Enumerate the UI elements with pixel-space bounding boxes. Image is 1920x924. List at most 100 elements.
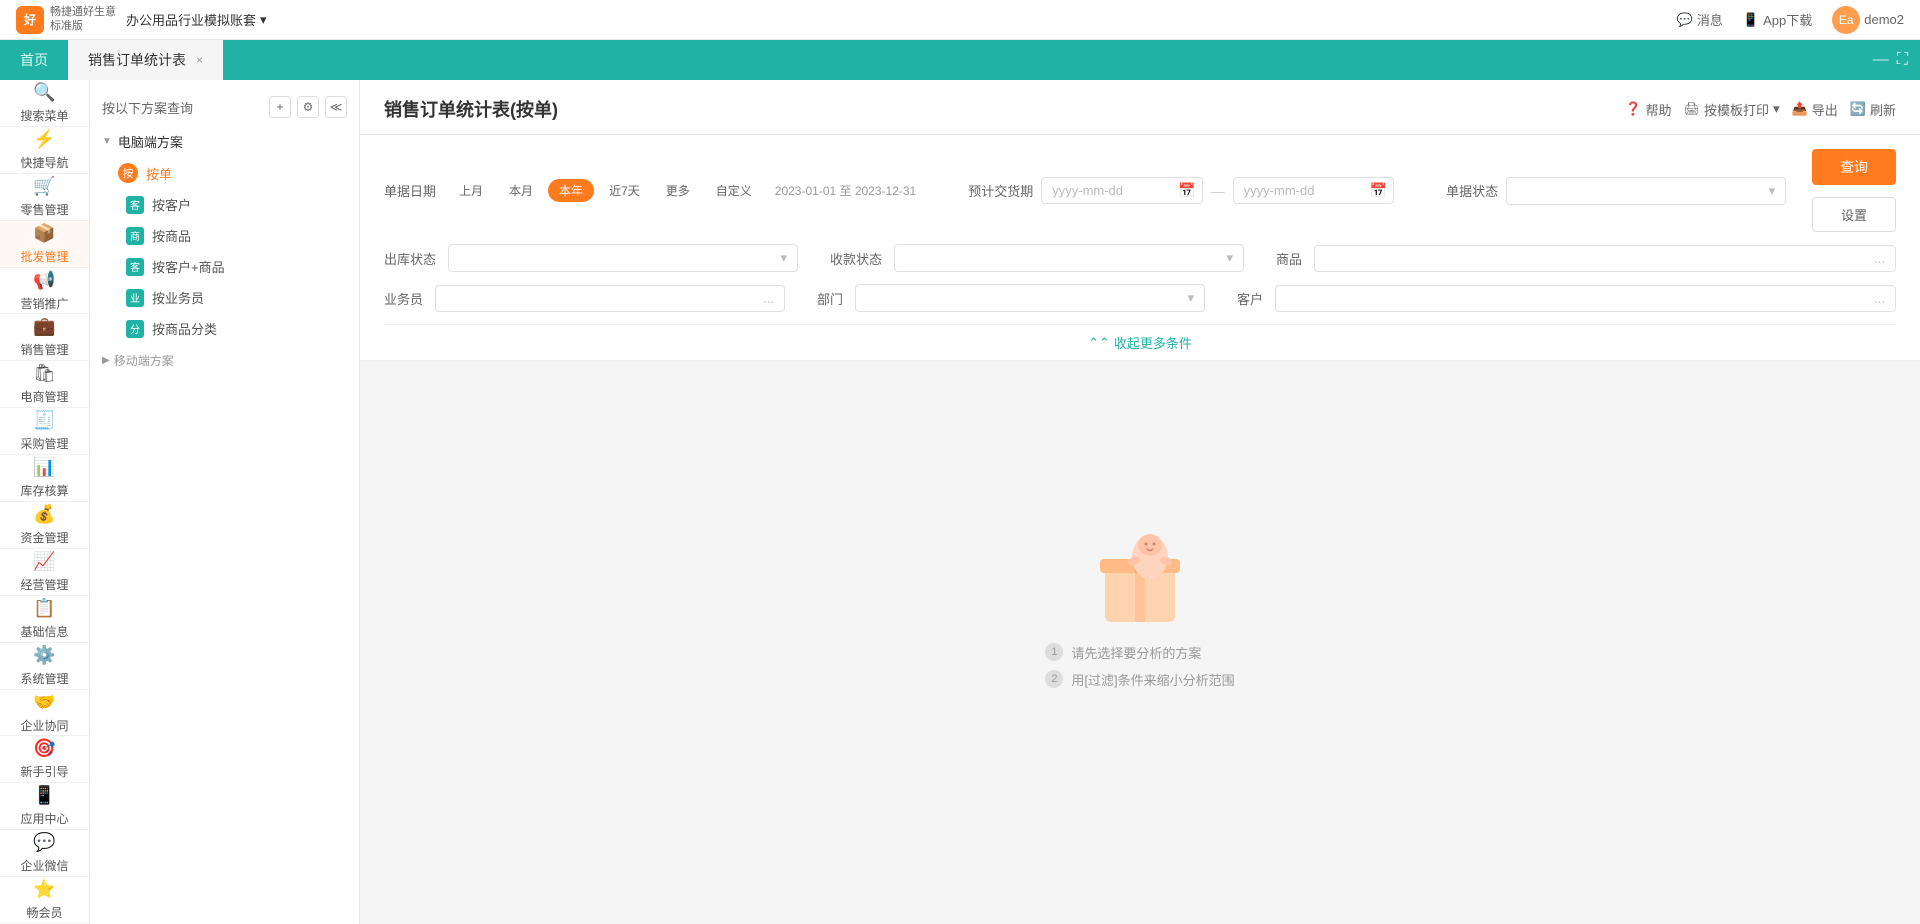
- pc-solutions-header[interactable]: ▼ 电脑端方案: [90, 126, 359, 157]
- logo-text: 畅捷通好生意 标准版: [50, 6, 116, 32]
- delivery-chevron-icon: ▾: [780, 250, 787, 266]
- maximize-button[interactable]: ⛶: [1897, 51, 1908, 69]
- salesperson-dots[interactable]: ...: [763, 291, 774, 306]
- scheme-by-cust-prod[interactable]: 客 按客户+商品: [98, 251, 359, 282]
- salesperson-select[interactable]: ...: [435, 285, 785, 312]
- sidebar-item-finance[interactable]: 💰 资金管理: [0, 502, 89, 549]
- sidebar-item-enterprise[interactable]: 🤝 企业协同: [0, 690, 89, 737]
- sidebar-item-operations[interactable]: 📈 经营管理: [0, 549, 89, 596]
- goods-select[interactable]: ...: [1314, 245, 1896, 272]
- refresh-button[interactable]: 🔄 刷新: [1850, 100, 1896, 119]
- expected-delivery-input-group: 📅: [1041, 177, 1202, 204]
- sidebar-item-retail[interactable]: 🛒 零售管理: [0, 174, 89, 221]
- collapse-icon: ≪: [330, 100, 343, 114]
- mobile-solutions-header[interactable]: ▶ 移动端方案: [90, 344, 359, 373]
- chevron-down-icon: ▾: [260, 12, 267, 28]
- expected-delivery-end-group: 📅: [1233, 177, 1394, 204]
- print-chevron-icon: ▾: [1773, 101, 1780, 117]
- collapse-filter-bar[interactable]: ⌃⌃ 收起更多条件: [384, 324, 1896, 360]
- expected-delivery-start[interactable]: [1042, 178, 1172, 203]
- sales-icon: 💼: [33, 316, 55, 337]
- refresh-icon: 🔄: [1850, 101, 1866, 117]
- scheme-settings-button[interactable]: ⚙: [297, 96, 319, 118]
- print-icon: 🖨: [1684, 101, 1701, 117]
- content-area: 按以下方案查询 + ⚙ ≪ ▼ 电脑端方案: [90, 80, 1920, 924]
- ecommerce-icon: 🛍: [33, 363, 56, 384]
- right-actions: 查询 设置: [1812, 149, 1896, 232]
- tab-close-icon[interactable]: ×: [196, 53, 203, 67]
- sidebar-item-marketing[interactable]: 📢 营销推广: [0, 268, 89, 315]
- calendar-end-icon[interactable]: 📅: [1364, 182, 1393, 199]
- hint-num-1: 1: [1045, 643, 1063, 661]
- customer-select[interactable]: ...: [1275, 285, 1896, 312]
- scheme-by-category[interactable]: 分 按商品分类: [98, 313, 359, 344]
- add-scheme-button[interactable]: +: [269, 96, 291, 118]
- message-icon: 💬: [1677, 12, 1693, 28]
- calendar-start-icon[interactable]: 📅: [1172, 182, 1201, 199]
- pill-more[interactable]: 更多: [655, 179, 701, 202]
- filter-row-3: 业务员 ... 部门 ▾ 客户 ...: [384, 284, 1896, 312]
- sidebar-item-search[interactable]: 🔍 搜索菜单: [0, 80, 89, 127]
- delivery-status-label: 出库状态: [384, 249, 436, 268]
- department-select[interactable]: ▾: [855, 284, 1205, 312]
- sidebar-item-quick[interactable]: ⚡ 快捷导航: [0, 127, 89, 174]
- by-cust-prod-icon: 客: [126, 258, 144, 276]
- scheme-by-order[interactable]: 按 按单: [98, 157, 359, 189]
- scheme-by-salesperson[interactable]: 业 按业务员: [98, 282, 359, 313]
- sidebar-item-ecommerce[interactable]: 🛍 电商管理: [0, 361, 89, 408]
- sidebar-item-appstore[interactable]: 📱 应用中心: [0, 783, 89, 830]
- app-selector[interactable]: 办公用品行业模拟账套 ▾: [126, 10, 267, 29]
- sidebar-item-wholesale[interactable]: 📦 批发管理: [0, 221, 89, 268]
- app-download-button[interactable]: 📱 App下载: [1743, 10, 1812, 29]
- sidebar-item-newuser[interactable]: 🎯 新手引导: [0, 736, 89, 783]
- sidebar-item-purchase[interactable]: 🧾 采购管理: [0, 408, 89, 455]
- filter-row-2: 出库状态 ▾ 收款状态 ▾ 商品 ...: [384, 244, 1896, 272]
- scheme-by-customer[interactable]: 客 按客户: [98, 189, 359, 220]
- sidebar-item-member[interactable]: ⭐ 畅会员: [0, 877, 89, 924]
- message-button[interactable]: 💬 消息: [1677, 10, 1723, 29]
- status-select[interactable]: ▾: [1506, 177, 1786, 205]
- help-button[interactable]: ❓ 帮助: [1625, 100, 1671, 119]
- triangle-down-icon: ▼: [102, 136, 112, 147]
- member-icon: ⭐: [33, 879, 55, 900]
- operations-icon: 📈: [33, 551, 55, 572]
- empty-hints: 1 请先选择要分析的方案 2 用[过滤]条件来缩小分析范围: [1045, 643, 1234, 689]
- delivery-status-select[interactable]: ▾: [448, 244, 798, 272]
- inventory-icon: 📊: [33, 457, 55, 478]
- pill-7days[interactable]: 近7天: [598, 179, 651, 202]
- goods-dots[interactable]: ...: [1874, 251, 1885, 266]
- pill-custom[interactable]: 自定义: [705, 179, 763, 202]
- scheme-by-product[interactable]: 商 按商品: [98, 220, 359, 251]
- tab-sales-order-stats[interactable]: 销售订单统计表 ×: [68, 40, 223, 80]
- export-button[interactable]: 📤 导出: [1792, 100, 1838, 119]
- logo-area: 好 畅捷通好生意 标准版: [16, 6, 116, 34]
- sidebar-item-sales[interactable]: 💼 销售管理: [0, 314, 89, 361]
- collapse-panel-button[interactable]: ≪: [325, 96, 347, 118]
- pill-last-month[interactable]: 上月: [448, 179, 494, 202]
- date-pills: 上月 本月 本年 近7天 更多 自定义: [448, 179, 763, 202]
- payment-status-label: 收款状态: [830, 249, 882, 268]
- template-print-button[interactable]: 🖨 按模板打印 ▾: [1684, 100, 1780, 119]
- sidebar-item-corpwx[interactable]: 💬 企业微信: [0, 830, 89, 877]
- empty-hint-2: 2 用[过滤]条件来缩小分析范围: [1045, 670, 1234, 689]
- query-button[interactable]: 查询: [1812, 149, 1896, 185]
- settings-button[interactable]: 设置: [1812, 197, 1896, 232]
- date-divider: —: [1211, 183, 1225, 199]
- tab-home[interactable]: 首页: [0, 40, 68, 80]
- pill-this-month[interactable]: 本月: [498, 179, 544, 202]
- sidebar-item-base[interactable]: 📋 基础信息: [0, 596, 89, 643]
- pc-solutions-list: 按 按单 客 按客户 商 按商品 客 按客户+商品 业 按业务员: [90, 157, 359, 344]
- expected-delivery-end[interactable]: [1234, 178, 1364, 203]
- corpwx-icon: 💬: [33, 832, 55, 853]
- sidebar-item-system[interactable]: ⚙️ 系统管理: [0, 643, 89, 690]
- minimize-button[interactable]: —: [1873, 51, 1889, 69]
- empty-svg: [1080, 517, 1200, 627]
- left-panel-actions: + ⚙ ≪: [269, 96, 347, 118]
- payment-status-select[interactable]: ▾: [894, 244, 1244, 272]
- marketing-icon: 📢: [33, 270, 55, 291]
- search-icon: 🔍: [33, 82, 55, 103]
- customer-dots[interactable]: ...: [1874, 291, 1885, 306]
- user-menu[interactable]: Ea demo2: [1832, 6, 1904, 34]
- sidebar-item-inventory[interactable]: 📊 库存核算: [0, 455, 89, 502]
- pill-this-year[interactable]: 本年: [548, 179, 594, 202]
